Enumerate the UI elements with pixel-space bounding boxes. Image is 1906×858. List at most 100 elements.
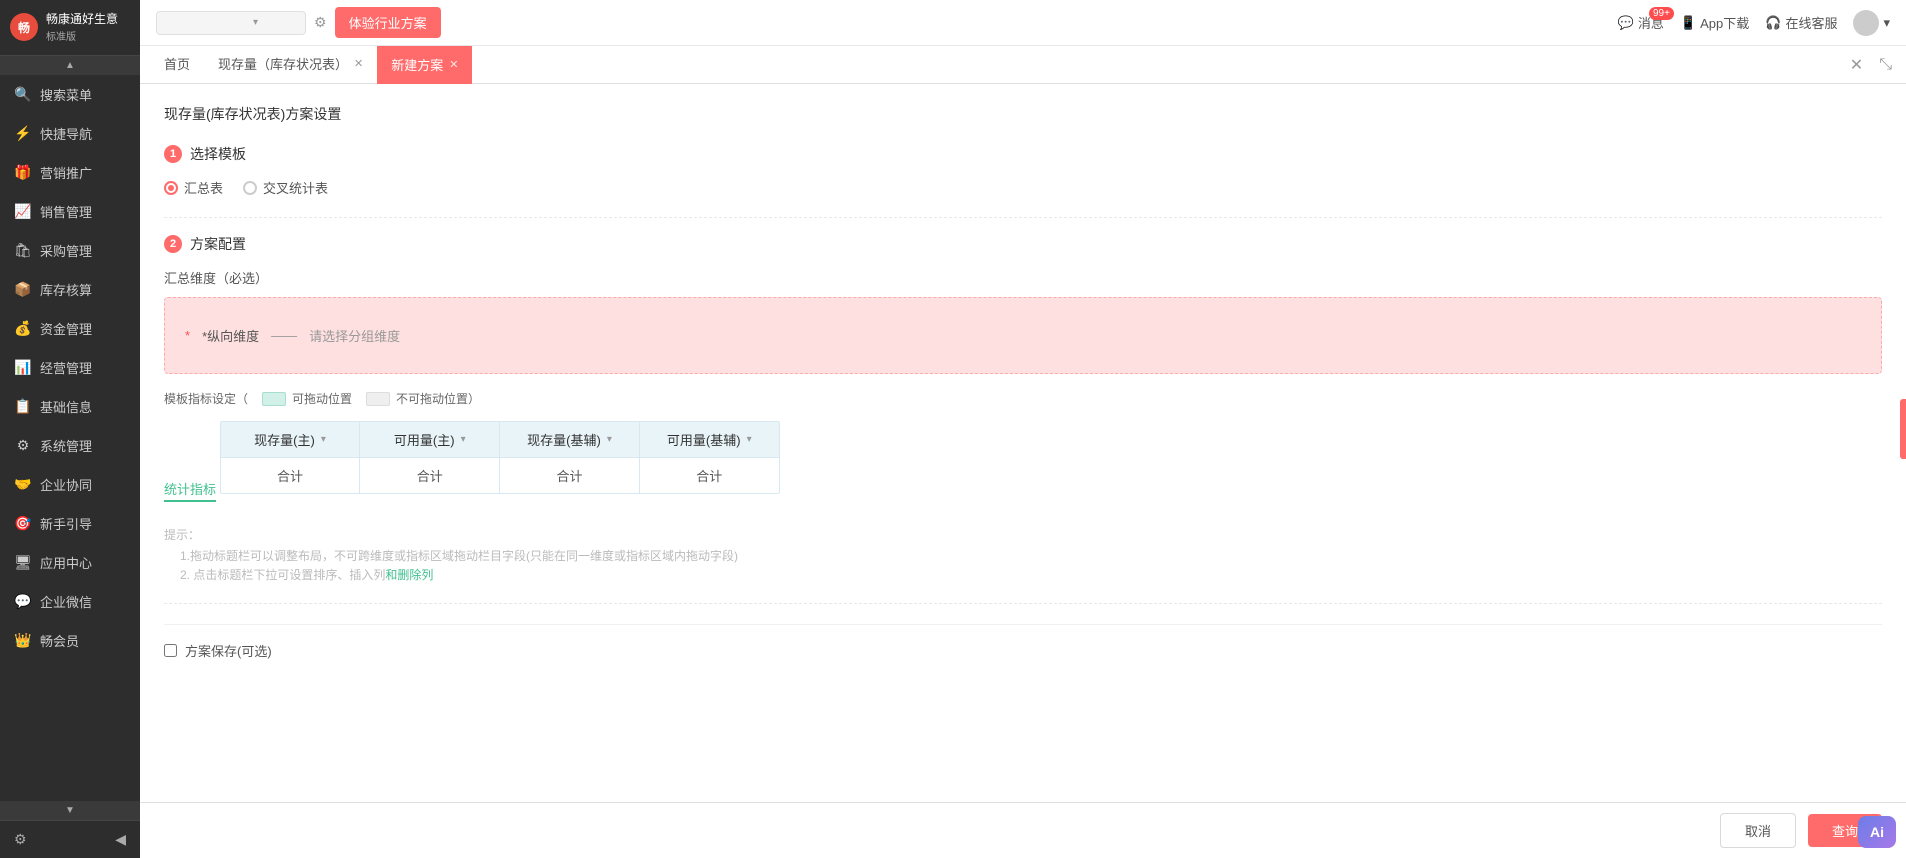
sidebar-item-label: 系统管理	[40, 436, 92, 455]
dimension-dash: ——	[271, 328, 297, 343]
dimension-placeholder: 请选择分组维度	[309, 326, 400, 345]
topbar: ▾ ⚙ 体验行业方案 💬 消息 99+ 📱 App下载 🎧 在线客服 ▾	[140, 0, 1906, 46]
stats-section: 统计指标 现存量(主) ▾ 可用量(主) ▾	[164, 421, 1882, 510]
quicknav-icon: ⚡	[14, 124, 32, 142]
radio-summary-label: 汇总表	[184, 178, 223, 197]
chevron-down-icon: ▾	[1883, 15, 1890, 31]
tab-close-button[interactable]: ✕	[1846, 51, 1867, 79]
radio-crosstab[interactable]: 交叉统计表	[243, 178, 328, 197]
sidebar-item-finance[interactable]: 💰 资金管理	[0, 309, 140, 348]
user-area[interactable]: ▾	[1853, 10, 1890, 36]
notification-area[interactable]: 💬 消息 99+	[1618, 13, 1664, 32]
divider1	[164, 217, 1882, 218]
step2-title: 方案配置	[190, 234, 246, 254]
marketing-icon: 🎁	[14, 163, 32, 181]
sidebar-nav: 🔍 搜索菜单 ⚡ 快捷导航 🎁 营销推广 📈 销售管理 🛍 采购管理 📦 库存核…	[0, 75, 140, 801]
sidebar-item-purchase[interactable]: 🛍 采购管理	[0, 231, 140, 270]
member-icon: 👑	[14, 631, 32, 649]
sidebar-scroll-up[interactable]: ▲	[0, 56, 140, 75]
col-cell-2: 合计	[360, 458, 500, 493]
nondraggable-label: 不可拖动位置）	[396, 390, 480, 407]
step1-badge: 1	[164, 145, 182, 163]
sidebar-item-wechat[interactable]: 💬 企业微信	[0, 582, 140, 621]
search-chevron-icon[interactable]: ▾	[253, 17, 258, 28]
sidebar-item-enterprise[interactable]: 🤝 企业协同	[0, 465, 140, 504]
online-service-area[interactable]: 🎧 在线客服	[1765, 13, 1837, 32]
col-header-1[interactable]: 现存量(主) ▾	[221, 422, 361, 457]
save-checkbox-input[interactable]	[164, 644, 177, 657]
sidebar-item-basic[interactable]: 📋 基础信息	[0, 387, 140, 426]
tabs-right-actions: ✕ ⤡	[1846, 51, 1896, 79]
right-scroll-indicator[interactable]	[1900, 399, 1906, 459]
tab-home[interactable]: 首页	[150, 46, 204, 84]
sidebar-item-label: 搜索菜单	[40, 85, 92, 104]
topbar-left: ▾ ⚙ 体验行业方案	[156, 7, 1608, 38]
col-header-3[interactable]: 现存量(基辅) ▾	[500, 422, 640, 457]
sidebar-item-appcenter[interactable]: 🖥 应用中心	[0, 543, 140, 582]
step2-content: 汇总维度（必选） * *纵向维度 —— 请选择分组维度 模板指标设定（ 可拖动位…	[164, 268, 1882, 583]
app-version: 标准版	[46, 28, 118, 43]
tab-new-plan-close-icon[interactable]: ✕	[449, 58, 458, 71]
purchase-icon: 🛍	[14, 241, 32, 259]
col4-chevron-icon[interactable]: ▾	[747, 434, 752, 445]
content-inner: 现存量(库存状况表)方案设置 1 选择模板 汇总表 交	[140, 84, 1906, 802]
sidebar-item-inventory[interactable]: 📦 库存核算	[0, 270, 140, 309]
sidebar-item-label: 畅会员	[40, 631, 79, 650]
topbar-gear-icon[interactable]: ⚙	[314, 14, 327, 31]
nondraggable-indicator: 不可拖动位置）	[366, 390, 480, 407]
online-service-label: 在线客服	[1785, 13, 1837, 32]
radio-summary-circle	[164, 181, 178, 195]
sidebar-item-system[interactable]: ⚙ 系统管理	[0, 426, 140, 465]
collapse-icon[interactable]: ◀	[115, 831, 126, 848]
sidebar-item-label: 资金管理	[40, 319, 92, 338]
enterprise-icon: 🤝	[14, 475, 32, 493]
col2-chevron-icon[interactable]: ▾	[461, 434, 466, 445]
sidebar-item-marketing[interactable]: 🎁 营销推广	[0, 153, 140, 192]
divider2	[164, 603, 1882, 604]
dimension-box[interactable]: * *纵向维度 —— 请选择分组维度	[164, 297, 1882, 374]
service-icon: 🎧	[1765, 15, 1781, 31]
sidebar-item-quicknav[interactable]: ⚡ 快捷导航	[0, 114, 140, 153]
col-header-4[interactable]: 可用量(基辅) ▾	[640, 422, 779, 457]
sidebar-item-member[interactable]: 👑 畅会员	[0, 621, 140, 660]
tips-section: 提示： 1.拖动标题栏可以调整布局，不可跨维度或指标区域拖动栏目字段(只能在同一…	[164, 526, 1882, 583]
required-star: *	[185, 328, 190, 343]
col-cell-4: 合计	[640, 458, 779, 493]
basic-icon: 📋	[14, 397, 32, 415]
search-input[interactable]	[167, 16, 247, 30]
finance-icon: 💰	[14, 319, 32, 337]
tab-inventory-close-icon[interactable]: ✕	[354, 57, 363, 70]
topbar-right: 💬 消息 99+ 📱 App下载 🎧 在线客服 ▾	[1618, 10, 1890, 36]
search-area[interactable]: ▾	[156, 11, 306, 35]
draggable-indicator: 可拖动位置	[262, 390, 352, 407]
col3-chevron-icon[interactable]: ▾	[607, 434, 612, 445]
ai-badge[interactable]: Ai	[1858, 816, 1896, 848]
main-area: ▾ ⚙ 体验行业方案 💬 消息 99+ 📱 App下载 🎧 在线客服 ▾	[140, 0, 1906, 858]
settings-bottom-icon[interactable]: ⚙	[14, 831, 27, 848]
radio-crosstab-circle	[243, 181, 257, 195]
tab-inventory-status[interactable]: 现存量（库存状况表） ✕	[204, 46, 377, 84]
notification-badge: 99+	[1649, 7, 1674, 20]
tab-expand-button[interactable]: ⤡	[1875, 52, 1896, 78]
experience-button[interactable]: 体验行业方案	[335, 7, 441, 38]
save-checkbox[interactable]: 方案保存(可选)	[164, 641, 1882, 660]
col1-chevron-icon[interactable]: ▾	[321, 434, 326, 445]
step1-section: 1 选择模板 汇总表 交叉统计表	[164, 144, 1882, 197]
radio-summary[interactable]: 汇总表	[164, 178, 223, 197]
bottom-bar: 取消 查询	[140, 802, 1906, 858]
sidebar-item-sales[interactable]: 📈 销售管理	[0, 192, 140, 231]
sidebar-item-label: 企业协同	[40, 475, 92, 494]
sidebar-item-operation[interactable]: 📊 经营管理	[0, 348, 140, 387]
col1-label: 现存量(主)	[254, 430, 315, 449]
sidebar-item-newguide[interactable]: 🎯 新手引导	[0, 504, 140, 543]
app-logo-icon: 畅	[10, 13, 38, 41]
tab-new-plan[interactable]: 新建方案 ✕	[377, 46, 472, 84]
app-download-area[interactable]: 📱 App下载	[1680, 13, 1749, 32]
sales-icon: 📈	[14, 202, 32, 220]
sidebar-item-label: 基础信息	[40, 397, 92, 416]
draggable-label: 可拖动位置	[292, 390, 352, 407]
cancel-button[interactable]: 取消	[1720, 813, 1796, 848]
sidebar-item-search[interactable]: 🔍 搜索菜单	[0, 75, 140, 114]
col-header-2[interactable]: 可用量(主) ▾	[360, 422, 500, 457]
sidebar-scroll-down[interactable]: ▼	[0, 801, 140, 820]
